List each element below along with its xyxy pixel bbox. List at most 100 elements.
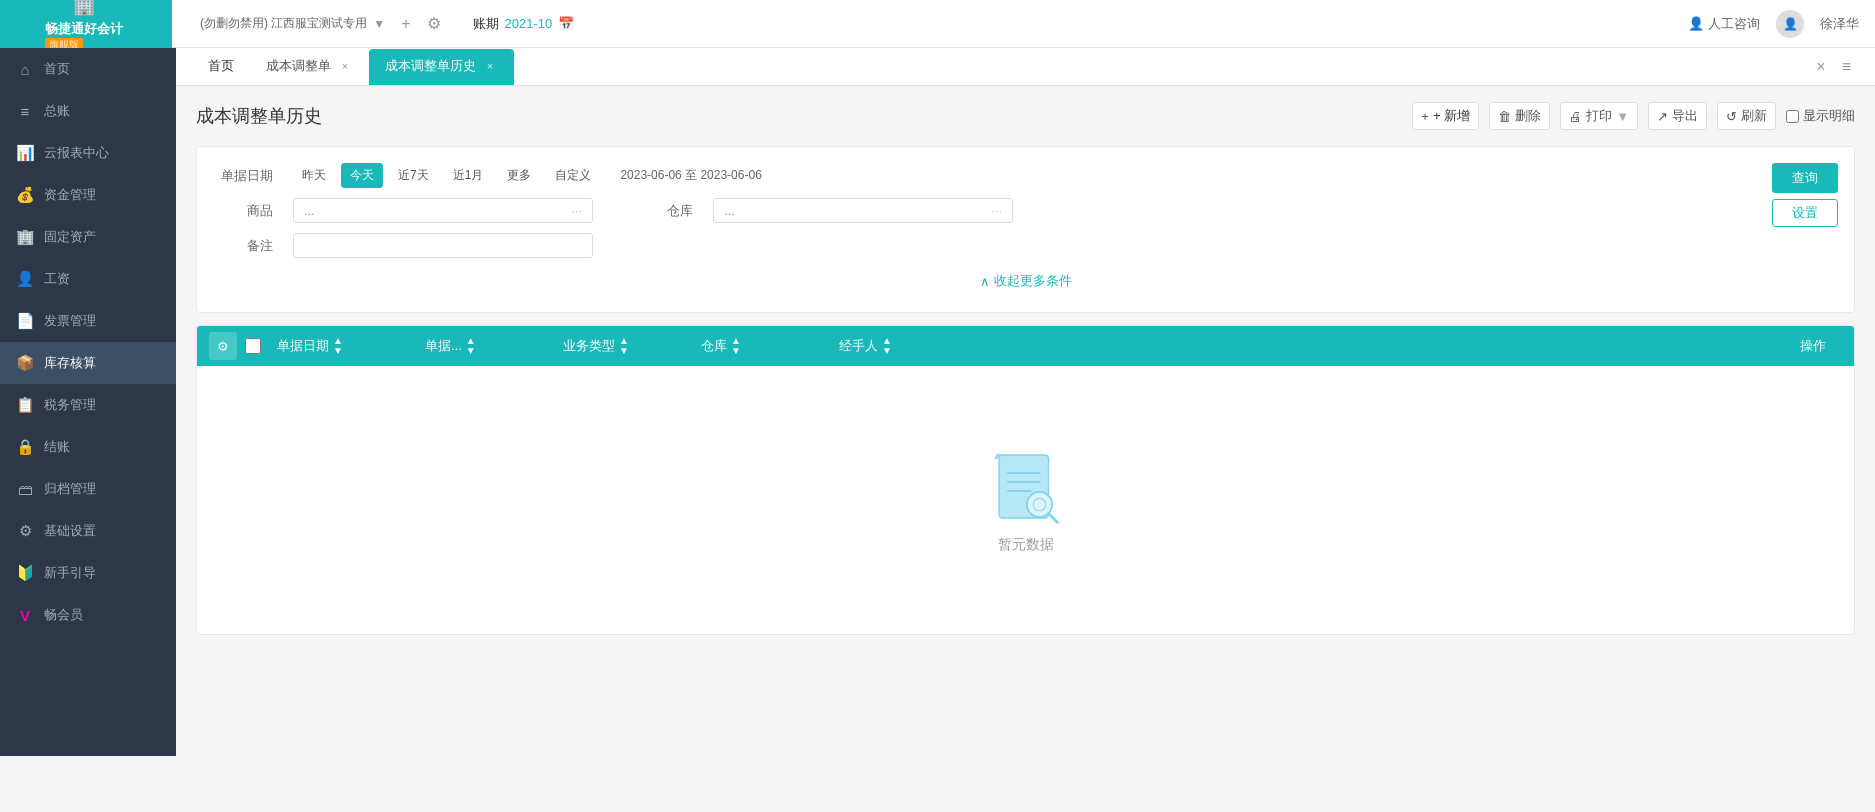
collapse-btn[interactable]: ∧ 收起更多条件: [974, 266, 1078, 296]
new-btn[interactable]: + + 新增: [1412, 102, 1479, 130]
archive-icon: 🗃: [16, 481, 34, 498]
show-detail-label: 显示明细: [1803, 107, 1855, 125]
header-right: 👤 人工咨询 👤 徐泽华: [1688, 10, 1859, 38]
page-title-row: 成本调整单历史 + + 新增 🗑 删除 🖨 打印: [196, 102, 1855, 130]
main-content: 首页 成本调整单 × 成本调整单历史 × × ≡ 成本调整单历史: [176, 48, 1875, 756]
warehouse-select-more-icon: ···: [991, 203, 1002, 218]
tab-cost-adjust-close[interactable]: ×: [337, 58, 353, 74]
page-content: 成本调整单历史 + + 新增 🗑 删除 🖨 打印: [176, 86, 1875, 756]
tax-icon: 📋: [16, 396, 34, 414]
warehouse-selector[interactable]: ... ···: [713, 198, 1013, 223]
sidebar-item-settings[interactable]: ⚙ 基础设置: [0, 510, 176, 552]
print-btn[interactable]: 🖨 打印 ▼: [1560, 102, 1638, 130]
closing-icon: 🔒: [16, 438, 34, 456]
goods-select-more-icon: ···: [571, 203, 582, 218]
no-data-illustration: [981, 446, 1071, 536]
empty-text: 暂元数据: [998, 536, 1054, 554]
export-btn[interactable]: ↗ 导出: [1648, 102, 1707, 130]
th-actions: 操作: [1800, 337, 1842, 355]
th-warehouse[interactable]: 仓库 ▲▼: [693, 336, 823, 356]
sidebar-item-reports[interactable]: 📊 云报表中心: [0, 132, 176, 174]
consult-btn[interactable]: 👤 人工咨询: [1688, 15, 1760, 33]
home-icon: ⌂: [16, 61, 34, 78]
settings-icon[interactable]: ⚙: [427, 14, 441, 33]
show-detail-checkbox-group: 显示明细: [1786, 107, 1855, 125]
table-select-all-checkbox[interactable]: [245, 338, 261, 354]
sidebar-item-archive[interactable]: 🗃 归档管理: [0, 468, 176, 510]
company-selector[interactable]: (勿删勿禁用) 江西服宝测试专用 ▼: [200, 15, 385, 32]
query-btn[interactable]: 查询: [1772, 163, 1838, 193]
date-quick-btns: 昨天 今天 近7天 近1月 更多 自定义: [293, 163, 600, 188]
filter-remark-row: 备注: [213, 233, 1752, 258]
sidebar-item-vip[interactable]: V 畅会员: [0, 594, 176, 636]
delete-btn[interactable]: 🗑 删除: [1489, 102, 1550, 130]
sidebar-item-invoice[interactable]: 📄 发票管理: [0, 300, 176, 342]
sidebar-item-salary[interactable]: 👤 工资: [0, 258, 176, 300]
filter-goods-row: 商品 ... ··· 仓库 ... ···: [213, 198, 1752, 223]
tab-cost-adjust-history[interactable]: 成本调整单历史 ×: [369, 49, 514, 85]
invoice-icon: 📄: [16, 312, 34, 330]
company-name: (勿删勿禁用) 江西服宝测试专用: [200, 15, 367, 32]
tab-home[interactable]: 首页: [192, 49, 250, 85]
warehouse-filter-label: 仓库: [633, 202, 693, 220]
th-voucher[interactable]: 单据... ▲▼: [417, 336, 547, 356]
user-avatar[interactable]: 👤: [1776, 10, 1804, 38]
sidebar-item-ledger[interactable]: ≡ 总账: [0, 90, 176, 132]
filter-action-btns: 查询 设置: [1772, 163, 1838, 227]
ledger-icon: ≡: [16, 103, 34, 120]
tab-bar: 首页 成本调整单 × 成本调整单历史 × × ≡: [176, 48, 1875, 86]
print-icon: 🖨: [1569, 109, 1582, 124]
sidebar-item-assets[interactable]: 🏢 固定资产: [0, 216, 176, 258]
new-icon: +: [1421, 109, 1429, 124]
tab-more-btn[interactable]: ≡: [1834, 58, 1859, 76]
salary-icon: 👤: [16, 270, 34, 288]
date-range-display: 2023-06-06 至 2023-06-06: [620, 167, 761, 184]
date-btn-last7[interactable]: 近7天: [389, 163, 438, 188]
guide-icon: 🔰: [16, 564, 34, 582]
add-tab-btn[interactable]: +: [397, 15, 414, 33]
export-icon: ↗: [1657, 109, 1668, 124]
date-btn-yesterday[interactable]: 昨天: [293, 163, 335, 188]
sort-voucher-icon: ▲▼: [466, 336, 476, 356]
filter-settings-btn[interactable]: 设置: [1772, 199, 1838, 227]
date-btn-custom[interactable]: 自定义: [546, 163, 600, 188]
refresh-btn[interactable]: ↺ 刷新: [1717, 102, 1776, 130]
sort-biztype-icon: ▲▼: [619, 336, 629, 356]
warehouse-select-placeholder: ...: [724, 203, 983, 218]
date-btn-last-month[interactable]: 近1月: [444, 163, 493, 188]
sidebar-item-inventory[interactable]: 📦 库存核算: [0, 342, 176, 384]
app-body: ⌂ 首页 ≡ 总账 📊 云报表中心 💰 资金管理 🏢 固定资产 👤 工资: [0, 48, 1875, 756]
svg-line-5: [1048, 514, 1057, 523]
remark-input[interactable]: [293, 233, 593, 258]
table-header-row: ⚙ 单据日期 ▲▼ 单据... ▲▼: [197, 326, 1854, 366]
period-label: 账期: [473, 15, 499, 33]
app-header: 🏢 畅捷通好会计 旗舰版 (勿删勿禁用) 江西服宝测试专用 ▼ + ⚙ 账期 2…: [0, 0, 1875, 48]
date-filter-label: 单据日期: [213, 167, 273, 185]
goods-selector[interactable]: ... ···: [293, 198, 593, 223]
sidebar-item-home[interactable]: ⌂ 首页: [0, 48, 176, 90]
reports-icon: 📊: [16, 144, 34, 162]
consult-icon: 👤: [1688, 16, 1704, 31]
sort-date-icon: ▲▼: [333, 336, 343, 356]
sidebar-item-finance[interactable]: 💰 资金管理: [0, 174, 176, 216]
show-detail-checkbox[interactable]: [1786, 110, 1799, 123]
th-handler[interactable]: 经手人 ▲▼: [831, 336, 961, 356]
sidebar-item-guide[interactable]: 🔰 新手引导: [0, 552, 176, 594]
table-column-settings-btn[interactable]: ⚙: [209, 332, 237, 360]
goods-select-placeholder: ...: [304, 203, 563, 218]
tab-cost-adjust-history-close[interactable]: ×: [482, 58, 498, 74]
tab-close-all-btn[interactable]: ×: [1808, 58, 1833, 76]
settings-sidebar-icon: ⚙: [16, 522, 34, 540]
period-info: 账期 2021-10 📅: [473, 15, 575, 33]
tab-cost-adjust[interactable]: 成本调整单 ×: [250, 49, 369, 85]
sidebar-item-tax[interactable]: 📋 税务管理: [0, 384, 176, 426]
empty-state: 暂元数据: [197, 366, 1854, 634]
date-btn-today[interactable]: 今天: [341, 163, 383, 188]
calendar-icon[interactable]: 📅: [558, 16, 574, 31]
date-btn-more[interactable]: 更多: [498, 163, 540, 188]
sidebar-item-closing[interactable]: 🔒 结账: [0, 426, 176, 468]
data-table: ⚙ 单据日期 ▲▼ 单据... ▲▼: [196, 325, 1855, 635]
th-date[interactable]: 单据日期 ▲▼: [269, 336, 409, 356]
company-dropdown-icon[interactable]: ▼: [373, 17, 385, 31]
th-biztype[interactable]: 业务类型 ▲▼: [555, 336, 685, 356]
